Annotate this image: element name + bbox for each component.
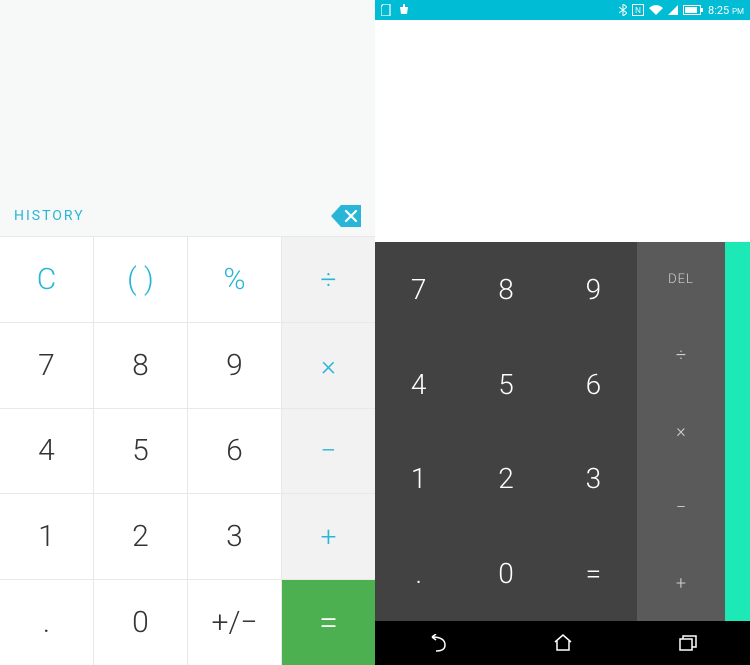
digit-9-key[interactable]: 9 [188,323,281,408]
advanced-panel-handle[interactable] [725,242,750,621]
signal-icon [668,5,678,15]
digit-5-key[interactable]: 5 [94,409,187,494]
nfc-icon: N [632,4,644,16]
digit-0-key[interactable]: 0 [94,580,187,665]
digit-8-key[interactable]: 8 [462,242,549,337]
divide-key[interactable]: ÷ [282,237,375,322]
digit-7-key[interactable]: 7 [375,242,462,337]
digit-9-key[interactable]: 9 [550,242,637,337]
digit-6-key[interactable]: 6 [188,409,281,494]
digit-1-key[interactable]: 1 [0,494,93,579]
recents-button[interactable] [678,634,698,652]
digit-3-key[interactable]: 3 [550,432,637,527]
plus-key[interactable]: + [282,494,375,579]
digit-7-key[interactable]: 7 [0,323,93,408]
digit-6-key[interactable]: 6 [550,337,637,432]
digit-4-key[interactable]: 4 [375,337,462,432]
decimal-key[interactable]: . [0,580,93,665]
backspace-button[interactable] [331,205,361,227]
recents-icon [678,634,698,652]
plus-key[interactable]: + [637,545,725,621]
keypad-wrap: 7 8 9 4 5 6 1 2 3 . 0 = DEL ÷ × − + [375,242,750,621]
bluetooth-icon [619,4,627,16]
status-time: 8:25 PM [708,4,744,17]
digit-8-key[interactable]: 8 [94,323,187,408]
back-icon [427,634,449,652]
digit-1-key[interactable]: 1 [375,432,462,527]
home-icon [553,634,573,652]
status-bar: N 8:25 PM [375,0,750,20]
digit-keypad: 7 8 9 4 5 6 1 2 3 . 0 = [375,242,637,621]
equals-key[interactable]: = [550,526,637,621]
digit-2-key[interactable]: 2 [94,494,187,579]
svg-text:N: N [635,6,641,15]
home-button[interactable] [553,634,573,652]
download-icon [398,4,410,16]
wifi-icon [649,5,663,15]
navigation-bar [375,621,750,665]
right-calculator: N 8:25 PM 7 8 9 4 5 6 1 2 3 . 0 = DEL ÷ … [375,0,750,665]
keypad: C ( ) % ÷ 7 8 9 × 4 5 6 − 1 2 3 + . 0 +/… [0,236,375,665]
clear-key[interactable]: C [0,237,93,322]
divide-key[interactable]: ÷ [637,318,725,394]
backspace-icon [331,205,361,227]
negate-key[interactable]: +/− [188,580,281,665]
battery-icon [683,5,703,15]
digit-3-key[interactable]: 3 [188,494,281,579]
multiply-key[interactable]: × [282,323,375,408]
digit-4-key[interactable]: 4 [0,409,93,494]
decimal-key[interactable]: . [375,526,462,621]
back-button[interactable] [427,634,449,652]
percent-key[interactable]: % [188,237,281,322]
sdcard-icon [381,4,392,16]
multiply-key[interactable]: × [637,394,725,470]
equals-key[interactable]: = [282,580,375,665]
delete-key[interactable]: DEL [637,242,725,318]
minus-key[interactable]: − [637,469,725,545]
display-area [375,20,750,242]
digit-2-key[interactable]: 2 [462,432,549,527]
operator-column: DEL ÷ × − + [637,242,725,621]
display-area: HISTORY [0,0,375,236]
history-button[interactable]: HISTORY [14,208,85,224]
digit-0-key[interactable]: 0 [462,526,549,621]
minus-key[interactable]: − [282,409,375,494]
parens-key[interactable]: ( ) [94,237,187,322]
left-calculator: HISTORY C ( ) % ÷ 7 8 9 × 4 5 6 − 1 2 3 … [0,0,375,665]
digit-5-key[interactable]: 5 [462,337,549,432]
